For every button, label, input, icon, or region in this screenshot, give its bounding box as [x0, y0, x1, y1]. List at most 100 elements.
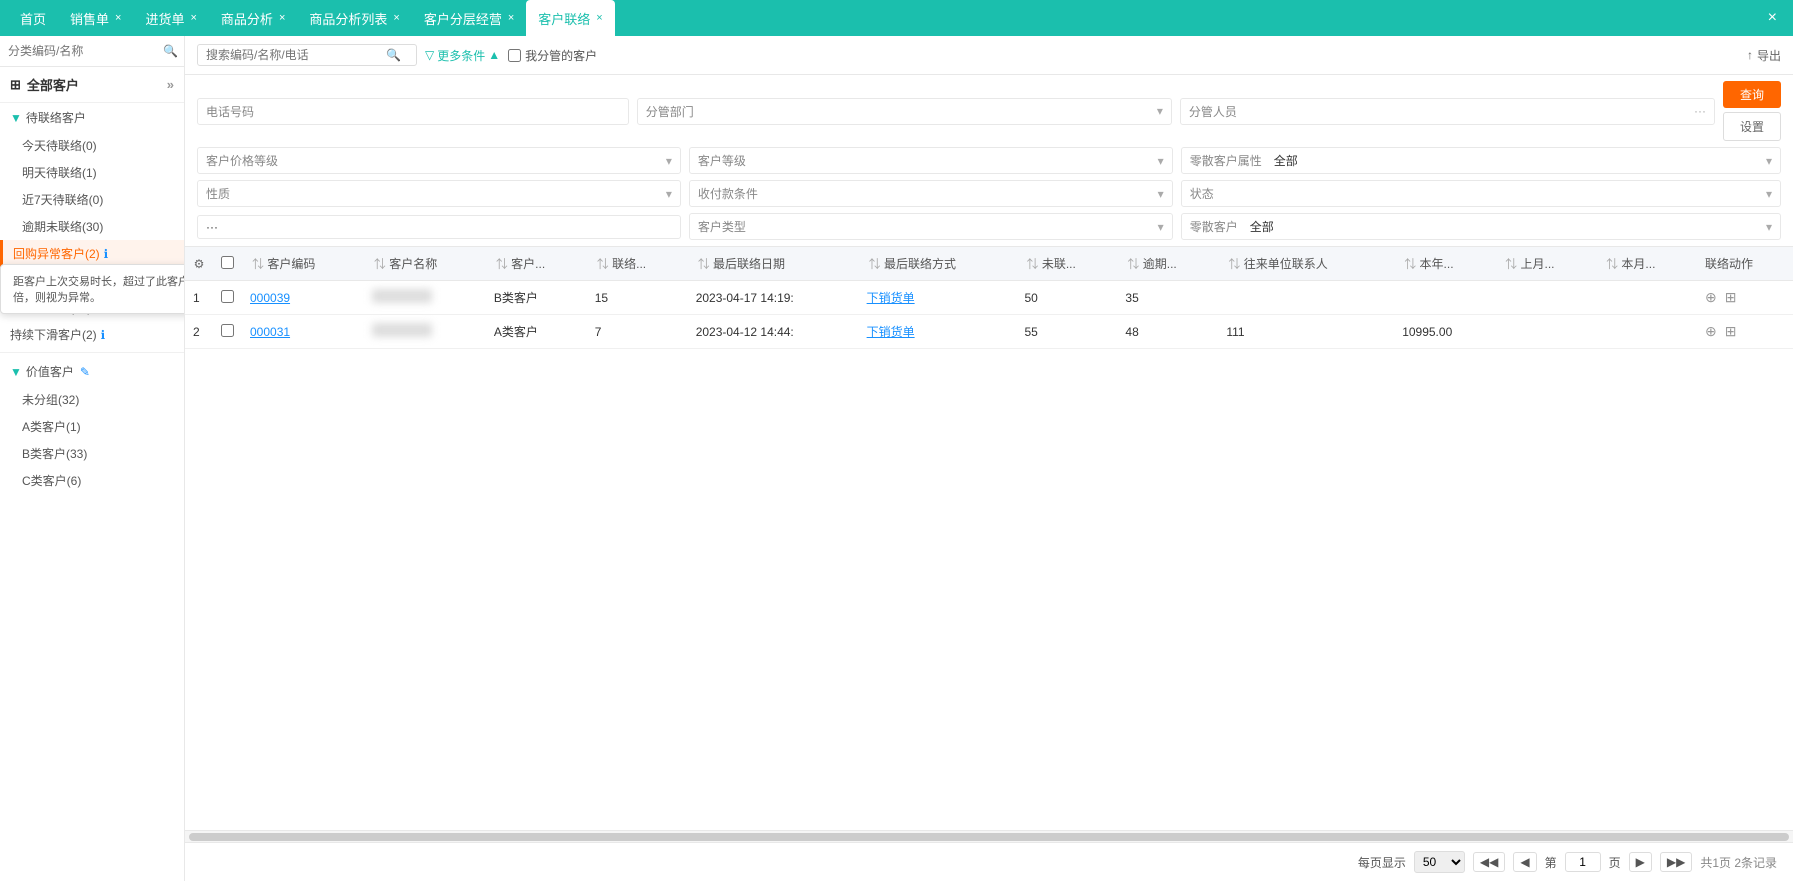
edit-icon-value[interactable]: ✎: [80, 365, 90, 379]
export-btn[interactable]: ↑ 导出: [1747, 47, 1781, 64]
row1-name: [364, 281, 486, 315]
sidebar-item-overdue[interactable]: 逾期未联络(30): [0, 213, 184, 240]
close-customer-seg-icon[interactable]: ×: [508, 12, 514, 24]
sidebar-all-customers[interactable]: ⊞ 全部客户 »: [0, 67, 184, 103]
per-page-select[interactable]: 102050100: [1414, 851, 1465, 873]
close-purchase-icon[interactable]: ×: [190, 12, 196, 24]
more-conditions-btn[interactable]: ▽ 更多条件 ▲: [425, 47, 500, 64]
search-wrap: 🔍: [197, 44, 417, 66]
next-page-btn[interactable]: ▶: [1629, 852, 1652, 872]
th-this-month[interactable]: ⇅ 本月...: [1596, 247, 1697, 281]
select-all-checkbox[interactable]: [221, 256, 234, 269]
th-customer-type[interactable]: ⇅ 客户...: [486, 247, 587, 281]
row1-code[interactable]: 000039: [242, 281, 364, 315]
checkbox-col-header[interactable]: [213, 247, 242, 281]
filter-status[interactable]: 状态 ▾: [1181, 180, 1781, 207]
th-not-contact[interactable]: ⇅ 未联...: [1016, 247, 1117, 281]
horizontal-scrollbar[interactable]: [185, 830, 1793, 842]
row1-last-way[interactable]: 下销货单: [859, 281, 1017, 315]
row1-grid-icon[interactable]: ⊞: [1725, 289, 1737, 306]
sort-contact-icon: ⇅: [597, 257, 609, 271]
col-settings-icon[interactable]: ⚙: [194, 257, 205, 271]
sidebar-item-b-class[interactable]: B类客户(33): [0, 440, 184, 467]
phone-input[interactable]: [262, 104, 620, 118]
row2-code[interactable]: 000031: [242, 315, 364, 349]
manager-dots-icon[interactable]: ···: [1694, 104, 1706, 118]
search-input[interactable]: [206, 48, 386, 62]
sidebar-item-tomorrow[interactable]: 明天待联络(1): [0, 159, 184, 186]
th-name[interactable]: ⇅ 客户名称: [364, 247, 486, 281]
close-all-tabs-icon[interactable]: ×: [1760, 0, 1785, 36]
first-page-btn[interactable]: ◀◀: [1473, 852, 1505, 872]
row2-checkbox[interactable]: [213, 315, 242, 349]
last-page-btn[interactable]: ▶▶: [1660, 852, 1692, 872]
sidebar-group-value[interactable]: ▼ 价值客户 ✎: [0, 357, 184, 386]
sidebar-search-icon[interactable]: 🔍: [163, 44, 178, 58]
row2-last-date: 2023-04-12 14:44:: [688, 315, 859, 349]
nav-purchase[interactable]: 进货单 ×: [133, 0, 208, 36]
filter-zero-retail-attr[interactable]: 零散客户属性 全部 ▾: [1181, 147, 1781, 174]
th-this-year[interactable]: ⇅ 本年...: [1394, 247, 1495, 281]
th-contact-person[interactable]: ⇅ 往来单位联系人: [1218, 247, 1394, 281]
query-button[interactable]: 查询: [1723, 81, 1781, 108]
row1-this-year: [1394, 281, 1495, 315]
sidebar-item-repurchase-anomaly[interactable]: 回购异常客户(2) ℹ: [0, 240, 184, 267]
my-customers-checkbox-wrap[interactable]: 我分管的客户: [508, 47, 597, 64]
sidebar-item-declining[interactable]: 持续下滑客户(2) ℹ: [0, 321, 184, 348]
row1-link-icon[interactable]: ⊕: [1705, 289, 1717, 306]
row2-link-icon[interactable]: ⊕: [1705, 323, 1717, 340]
row2-grid-icon[interactable]: ⊞: [1725, 323, 1737, 340]
info-icon-declining[interactable]: ℹ: [101, 328, 106, 342]
filter-row-3: 性质 ▾ 收付款条件 ▾ 状态 ▾: [197, 180, 1781, 207]
th-overdue[interactable]: ⇅ 逾期...: [1117, 247, 1218, 281]
row1-checkbox[interactable]: [213, 281, 242, 315]
sidebar-item-today[interactable]: 今天待联络(0): [0, 132, 184, 159]
sidebar-group-pending[interactable]: ▼ 待联络客户: [0, 103, 184, 132]
close-customer-contact-icon[interactable]: ×: [596, 12, 602, 24]
nav-home[interactable]: 首页: [8, 0, 58, 36]
close-product-list-icon[interactable]: ×: [393, 12, 399, 24]
sidebar-search-input[interactable]: [8, 44, 163, 58]
th-last-contact-way[interactable]: ⇅ 最后联络方式: [859, 247, 1017, 281]
filter-dept[interactable]: 分管部门 ▾: [637, 98, 1172, 125]
my-customers-checkbox[interactable]: [508, 49, 521, 62]
page-input[interactable]: [1565, 852, 1601, 872]
nav-product-analysis[interactable]: 商品分析 ×: [209, 0, 297, 36]
th-contact-count[interactable]: ⇅ 联络...: [587, 247, 688, 281]
row2-last-way[interactable]: 下销货单: [859, 315, 1017, 349]
sidebar-collapse-icon[interactable]: »: [167, 77, 174, 92]
row1-select[interactable]: [221, 290, 234, 303]
filter-price-level[interactable]: 客户价格等级 ▾: [197, 147, 681, 174]
gender-caret-icon: ▾: [666, 187, 672, 201]
nav-customer-segmentation[interactable]: 客户分层经营 ×: [412, 0, 526, 36]
nav-customer-contact[interactable]: 客户联络 ×: [526, 0, 614, 36]
sidebar-item-c-class[interactable]: C类客户(6): [0, 467, 184, 494]
row2-select[interactable]: [221, 324, 234, 337]
th-code[interactable]: ⇅ 客户编码: [242, 247, 364, 281]
sidebar-item-unassigned[interactable]: 未分组(32): [0, 386, 184, 413]
hscroll-thumb[interactable]: [189, 833, 1789, 841]
top-nav: 首页 销售单 × 进货单 × 商品分析 × 商品分析列表 × 客户分层经营 × …: [0, 0, 1793, 36]
settings-button[interactable]: 设置: [1723, 112, 1781, 141]
settings-col-header[interactable]: ⚙: [185, 247, 213, 281]
filter-payment[interactable]: 收付款条件 ▾: [689, 180, 1173, 207]
filter-more[interactable]: ···: [197, 215, 681, 239]
th-last-contact-date[interactable]: ⇅ 最后联络日期: [688, 247, 859, 281]
filter-customer-type[interactable]: 客户类型 ▾: [689, 213, 1173, 240]
filter-gender[interactable]: 性质 ▾: [197, 180, 681, 207]
close-sales-icon[interactable]: ×: [115, 12, 121, 24]
th-last-month[interactable]: ⇅ 上月...: [1495, 247, 1596, 281]
search-icon-main[interactable]: 🔍: [386, 48, 401, 62]
prev-page-btn[interactable]: ◀: [1513, 852, 1536, 872]
nav-product-list[interactable]: 商品分析列表 ×: [297, 0, 411, 36]
info-icon-repurchase[interactable]: ℹ: [104, 247, 109, 261]
row2-this-month: [1596, 315, 1697, 349]
sidebar-item-7days[interactable]: 近7天待联络(0): [0, 186, 184, 213]
filter-manager[interactable]: 分管人员 ···: [1180, 98, 1715, 125]
nav-sales[interactable]: 销售单 ×: [58, 0, 133, 36]
close-product-analysis-icon[interactable]: ×: [279, 12, 285, 24]
pagination-bar: 每页显示 102050100 ◀◀ ◀ 第 页 ▶ ▶▶ 共1页 2条记录: [185, 842, 1793, 881]
filter-customer-level[interactable]: 客户等级 ▾: [689, 147, 1173, 174]
filter-zero-retail[interactable]: 零散客户 全部 ▾: [1181, 213, 1781, 240]
sidebar-item-a-class[interactable]: A类客户(1): [0, 413, 184, 440]
